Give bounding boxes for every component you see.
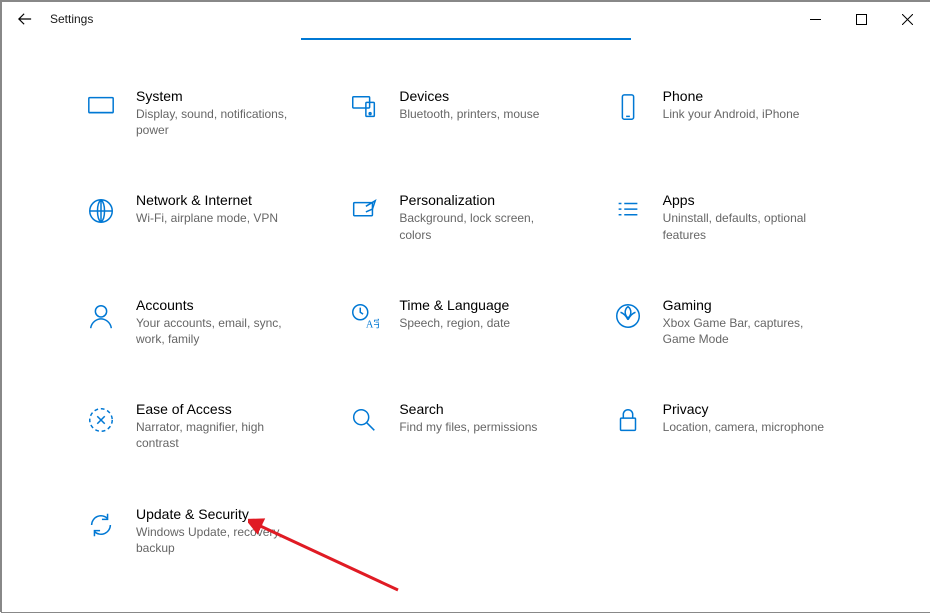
update-icon (84, 508, 118, 542)
tile-search[interactable]: Search Find my files, permissions (347, 401, 586, 451)
tile-title: Search (399, 401, 537, 417)
devices-icon (347, 90, 381, 124)
globe-icon (84, 194, 118, 228)
tile-subtitle: Xbox Game Bar, captures, Game Mode (663, 315, 833, 347)
tile-devices[interactable]: Devices Bluetooth, printers, mouse (347, 88, 586, 138)
phone-icon (611, 90, 645, 124)
tile-subtitle: Find my files, permissions (399, 419, 537, 435)
tile-subtitle: Speech, region, date (399, 315, 510, 331)
tile-title: Personalization (399, 192, 569, 208)
tile-title: System (136, 88, 306, 104)
tile-title: Time & Language (399, 297, 510, 313)
tile-subtitle: Your accounts, email, sync, work, family (136, 315, 306, 347)
tile-title: Phone (663, 88, 800, 104)
tile-phone[interactable]: Phone Link your Android, iPhone (611, 88, 850, 138)
tile-title: Ease of Access (136, 401, 306, 417)
back-button[interactable] (14, 8, 36, 30)
tile-gaming[interactable]: Gaming Xbox Game Bar, captures, Game Mode (611, 297, 850, 347)
tile-privacy[interactable]: Privacy Location, camera, microphone (611, 401, 850, 451)
settings-grid: System Display, sound, notifications, pow… (84, 88, 850, 556)
tile-subtitle: Link your Android, iPhone (663, 106, 800, 122)
tile-title: Network & Internet (136, 192, 278, 208)
tile-accounts[interactable]: Accounts Your accounts, email, sync, work… (84, 297, 323, 347)
tile-title: Update & Security (136, 506, 306, 522)
minimize-button[interactable] (792, 4, 838, 34)
tile-time[interactable]: A字 Time & Language Speech, region, date (347, 297, 586, 347)
tile-network[interactable]: Network & Internet Wi-Fi, airplane mode, … (84, 192, 323, 242)
tile-subtitle: Windows Update, recovery, backup (136, 524, 306, 556)
tile-subtitle: Wi-Fi, airplane mode, VPN (136, 210, 278, 226)
system-icon (84, 90, 118, 124)
titlebar: Settings (2, 2, 930, 36)
tile-apps[interactable]: Apps Uninstall, defaults, optional featur… (611, 192, 850, 242)
tile-subtitle: Narrator, magnifier, high contrast (136, 419, 306, 451)
close-button[interactable] (884, 4, 930, 34)
ease-of-access-icon (84, 403, 118, 437)
svg-text:A字: A字 (366, 317, 379, 330)
paint-icon (347, 194, 381, 228)
tile-title: Accounts (136, 297, 306, 313)
apps-icon (611, 194, 645, 228)
lock-icon (611, 403, 645, 437)
tile-subtitle: Uninstall, defaults, optional features (663, 210, 833, 242)
tile-title: Apps (663, 192, 833, 208)
tile-subtitle: Background, lock screen, colors (399, 210, 569, 242)
tile-subtitle: Location, camera, microphone (663, 419, 824, 435)
search-icon (347, 403, 381, 437)
tile-personalization[interactable]: Personalization Background, lock screen, … (347, 192, 586, 242)
window-title: Settings (50, 12, 93, 26)
person-icon (84, 299, 118, 333)
maximize-button[interactable] (838, 4, 884, 34)
tile-update-security[interactable]: Update & Security Windows Update, recover… (84, 506, 323, 556)
tile-subtitle: Display, sound, notifications, power (136, 106, 306, 138)
tile-title: Devices (399, 88, 539, 104)
tile-title: Privacy (663, 401, 824, 417)
gaming-icon (611, 299, 645, 333)
time-language-icon: A字 (347, 299, 381, 333)
tile-subtitle: Bluetooth, printers, mouse (399, 106, 539, 122)
tile-title: Gaming (663, 297, 833, 313)
tile-ease-of-access[interactable]: Ease of Access Narrator, magnifier, high … (84, 401, 323, 451)
tile-system[interactable]: System Display, sound, notifications, pow… (84, 88, 323, 138)
